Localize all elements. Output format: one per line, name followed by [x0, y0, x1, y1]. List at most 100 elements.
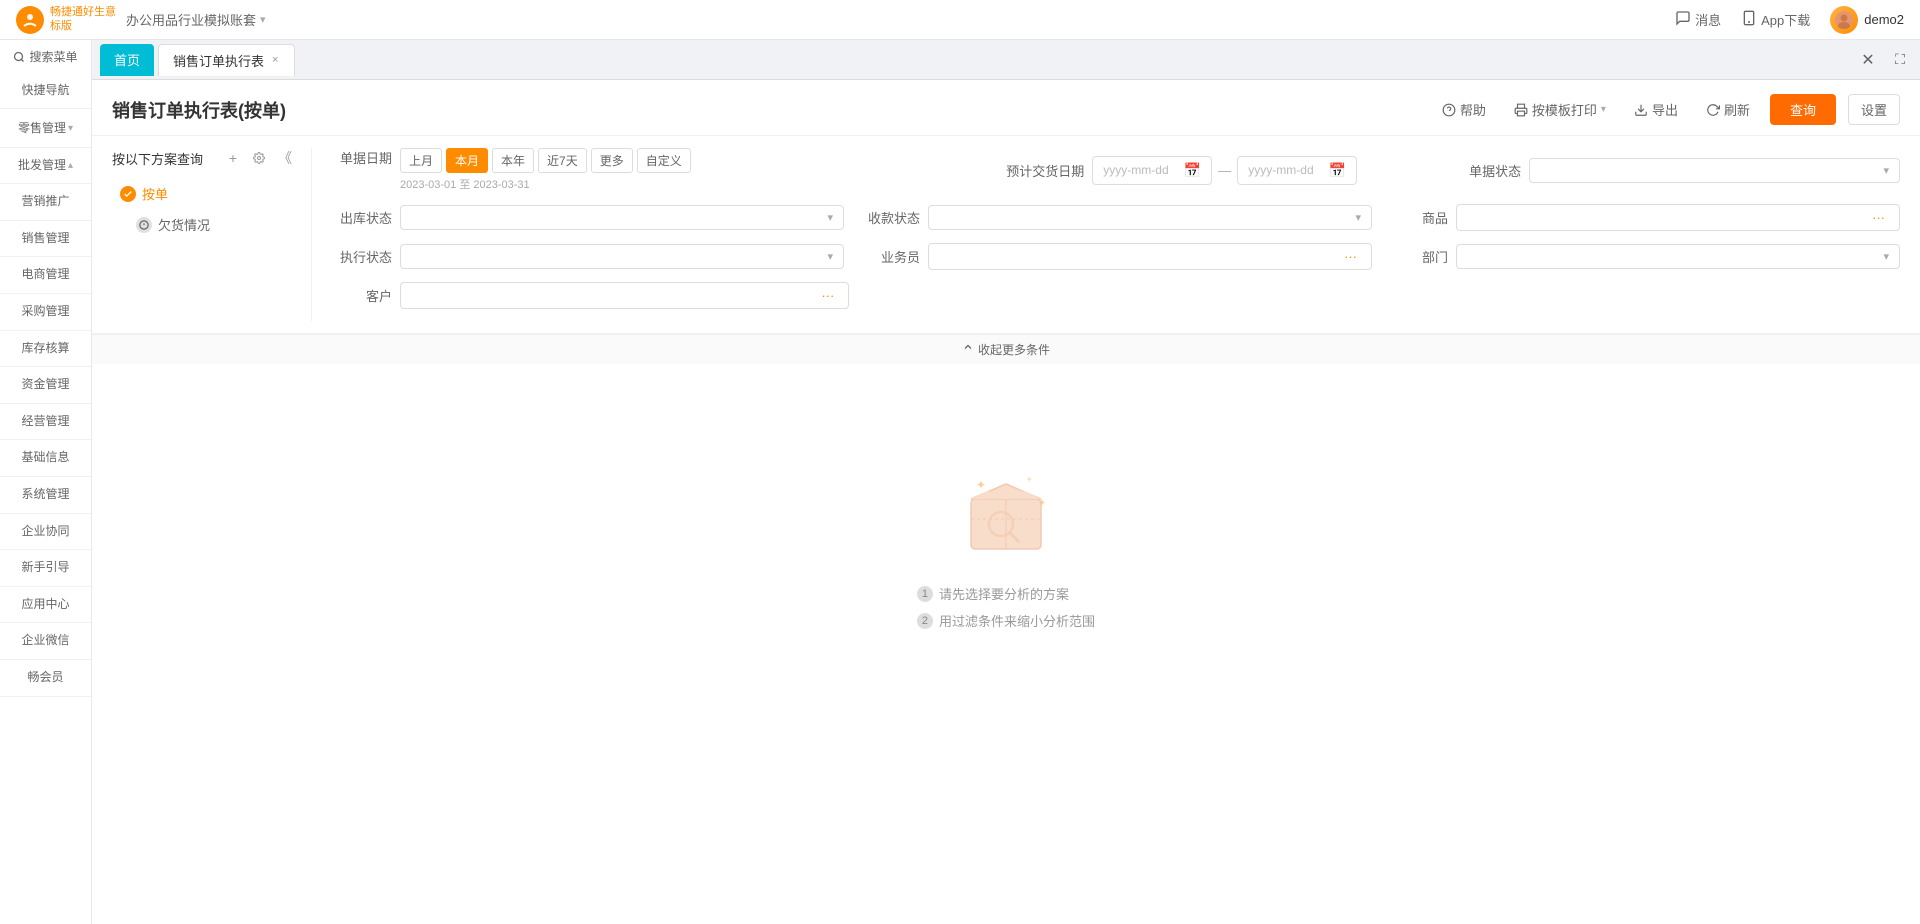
last-7-days-btn[interactable]: 近7天 — [538, 148, 587, 173]
department-select[interactable]: ▾ — [1456, 244, 1900, 269]
sidebar-item-wholesale[interactable]: 批发管理 ▴ — [0, 148, 91, 185]
quick-date-row: 上月 本月 本年 近7天 更多 自定义 — [400, 148, 990, 173]
collapse-label: 收起更多条件 — [978, 341, 1050, 358]
sidebar-item-basic[interactable]: 基础信息 — [0, 440, 91, 477]
tip-num-1: 1 — [917, 586, 933, 602]
sidebar-item-member[interactable]: 畅会员 — [0, 660, 91, 697]
exec-status-filter: 执行状态 ▾ — [332, 244, 844, 269]
this-month-btn[interactable]: 本月 — [446, 148, 488, 173]
expected-date-to[interactable]: yyyy-mm-dd 📅 — [1237, 156, 1357, 185]
salesman-label: 业务员 — [860, 247, 920, 266]
svg-text:✦: ✦ — [1038, 498, 1046, 509]
help-btn[interactable]: 帮助 — [1434, 96, 1494, 123]
scheme-item-arrears[interactable]: 欠货情况 — [112, 209, 295, 240]
sidebar-item-system[interactable]: 系统管理 — [0, 477, 91, 514]
sidebar-item-sales[interactable]: 销售管理 — [0, 221, 91, 258]
sidebar-item-retail[interactable]: 零售管理 ▾ — [0, 111, 91, 148]
collapse-bar[interactable]: 收起更多条件 — [92, 334, 1920, 364]
add-scheme-btn[interactable]: + — [223, 148, 243, 168]
order-status-label: 单据状态 — [1461, 161, 1521, 180]
tab-bar: 首页 销售订单执行表 × ✕ ⛶ — [92, 40, 1920, 80]
scheme-item-by-order[interactable]: 按单 — [112, 178, 295, 209]
receipt-status-label: 收款状态 — [860, 208, 920, 227]
message-btn[interactable]: 消息 — [1675, 10, 1721, 29]
sidebar-item-search-menu[interactable]: 搜索菜单 — [0, 40, 91, 73]
goods-label: 商品 — [1388, 208, 1448, 227]
sidebar-item-marketing[interactable]: 营销推广 — [0, 184, 91, 221]
expected-date-from[interactable]: yyyy-mm-dd 📅 — [1092, 156, 1212, 185]
sidebar-item-enterprise[interactable]: 企业协同 — [0, 514, 91, 551]
sidebar-item-ecommerce[interactable]: 电商管理 — [0, 257, 91, 294]
tab-close-btn[interactable]: × — [270, 53, 280, 67]
tab-close-all-btn[interactable]: ✕ — [1856, 48, 1880, 72]
customer-label: 客户 — [332, 286, 392, 305]
receipt-status-control: ▾ — [928, 205, 1372, 230]
order-status-control: ▾ — [1529, 158, 1900, 183]
more-date-btn[interactable]: 更多 — [591, 148, 633, 173]
sidebar-item-inventory[interactable]: 库存核算 — [0, 331, 91, 368]
empty-icon: ✦ ✦ ✦ — [946, 444, 1066, 564]
department-label: 部门 — [1388, 247, 1448, 266]
sidebar-item-finance[interactable]: 资金管理 — [0, 367, 91, 404]
customer-dots-btn[interactable]: ··· — [817, 288, 838, 303]
exec-select-arrow: ▾ — [827, 250, 833, 263]
goods-control: ··· — [1456, 204, 1900, 231]
tab-sales-order[interactable]: 销售订单执行表 × — [158, 44, 295, 76]
last-month-btn[interactable]: 上月 — [400, 148, 442, 173]
out-status-select[interactable]: ▾ — [400, 205, 844, 230]
sidebar-item-purchase[interactable]: 采购管理 — [0, 294, 91, 331]
date-separator: — — [1218, 163, 1231, 178]
salesman-dots-btn[interactable]: ··· — [1340, 249, 1361, 264]
goods-select[interactable]: ··· — [1456, 204, 1900, 231]
print-template-btn[interactable]: 按模板打印 ▾ — [1506, 96, 1614, 123]
this-year-btn[interactable]: 本年 — [492, 148, 534, 173]
chevron-icon: ▾ — [68, 123, 73, 134]
order-status-select[interactable]: ▾ — [1529, 158, 1900, 183]
customer-select[interactable]: ··· — [400, 282, 849, 309]
goods-dots-btn[interactable]: ··· — [1868, 210, 1889, 225]
date-controls: 上月 本月 本年 近7天 更多 自定义 2023-03-01 至 2023-03… — [400, 148, 990, 192]
filter-row-1: 单据日期 上月 本月 本年 近7天 更多 自定义 — [332, 148, 1900, 192]
department-filter: 部门 ▾ — [1388, 244, 1900, 269]
scheme-actions: + 《 — [223, 148, 295, 168]
query-btn[interactable]: 查询 — [1770, 94, 1836, 125]
breadcrumb[interactable]: 办公用品行业模拟账套 ▾ — [126, 10, 266, 29]
status-select-arrow: ▾ — [1883, 164, 1889, 177]
receipt-status-select[interactable]: ▾ — [928, 205, 1372, 230]
customer-control: ··· — [400, 282, 849, 309]
sidebar-item-weixin[interactable]: 企业微信 — [0, 623, 91, 660]
tab-home-label: 首页 — [114, 50, 140, 69]
tab-maximize-btn[interactable]: ⛶ — [1888, 48, 1912, 72]
scheme-header: 按以下方案查询 + 《 — [112, 148, 295, 168]
expected-date-label: 预计交货日期 — [1006, 161, 1084, 180]
help-label: 帮助 — [1460, 100, 1486, 119]
tab-home[interactable]: 首页 — [100, 44, 154, 76]
sidebar-item-operations[interactable]: 经营管理 — [0, 404, 91, 441]
collapse-scheme-btn[interactable]: 《 — [275, 148, 295, 168]
sidebar-item-appstore[interactable]: 应用中心 — [0, 587, 91, 624]
receipt-select-arrow: ▾ — [1355, 211, 1361, 224]
salesman-select[interactable]: ··· — [928, 243, 1372, 270]
department-control: ▾ — [1456, 244, 1900, 269]
app-download-btn[interactable]: App下载 — [1741, 10, 1810, 29]
filter-conditions: 单据日期 上月 本月 本年 近7天 更多 自定义 — [312, 148, 1900, 321]
user-area[interactable]: demo2 — [1830, 6, 1904, 34]
refresh-btn[interactable]: 刷新 — [1698, 96, 1758, 123]
export-btn[interactable]: 导出 — [1626, 96, 1686, 123]
exec-status-label: 执行状态 — [332, 247, 392, 266]
scheme-order-icon — [120, 186, 136, 202]
tip-text-1: 请先选择要分析的方案 — [939, 584, 1069, 603]
dept-select-arrow: ▾ — [1883, 250, 1889, 263]
custom-date-btn[interactable]: 自定义 — [637, 148, 691, 173]
exec-status-select[interactable]: ▾ — [400, 244, 844, 269]
page-actions: 帮助 按模板打印 ▾ — [1434, 94, 1900, 125]
print-template-label: 按模板打印 — [1532, 100, 1597, 119]
filter-row-2: 出库状态 ▾ 收款状态 — [332, 204, 1900, 231]
sidebar-item-quick-nav[interactable]: 快捷导航 — [0, 73, 91, 106]
edit-scheme-btn[interactable] — [249, 148, 269, 168]
sidebar-item-newbie[interactable]: 新手引导 — [0, 550, 91, 587]
export-label: 导出 — [1652, 100, 1678, 119]
settings-btn[interactable]: 设置 — [1848, 94, 1900, 125]
avatar — [1830, 6, 1858, 34]
page-title: 销售订单执行表(按单) — [112, 97, 286, 123]
